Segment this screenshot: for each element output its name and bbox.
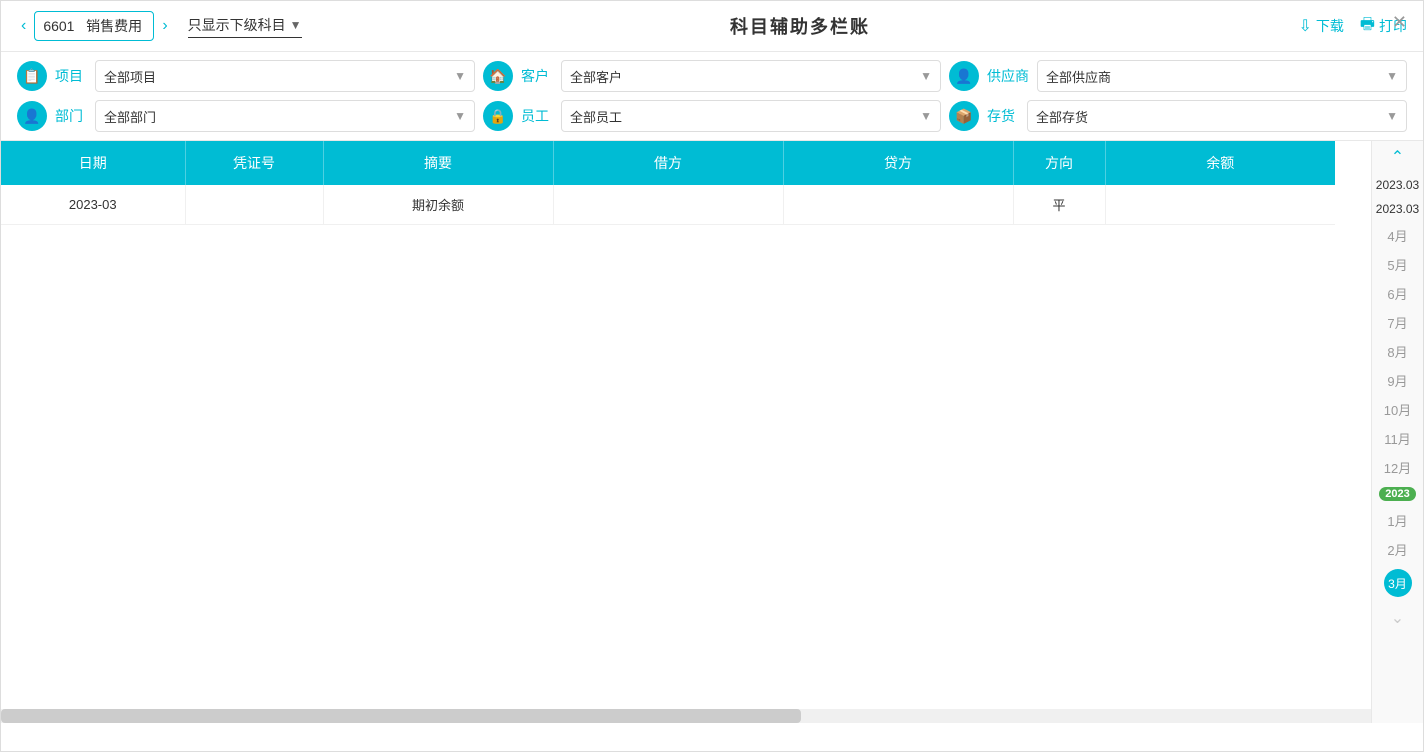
- download-icon: ⇩: [1298, 16, 1311, 36]
- filter-inventory: 📦 存货 全部存货 ▼: [949, 100, 1407, 132]
- next-account-button[interactable]: ›: [158, 15, 171, 37]
- timeline-month-7[interactable]: 7月: [1372, 308, 1423, 337]
- col-header-date: 日期: [1, 141, 185, 185]
- timeline-period-1[interactable]: 2023.03: [1372, 173, 1423, 197]
- header: ‹ 6601 销售费用 › 只显示下级科目 ▼ 科目辅助多栏账 ⇩ 下载 🖶 打…: [1, 1, 1423, 52]
- dropdown-arrow-icon: ▼: [290, 18, 302, 32]
- employee-value: 全部员工: [570, 107, 622, 126]
- supplier-select[interactable]: 全部供应商 ▼: [1037, 60, 1407, 92]
- table-row: 2023-03 期初余额 平: [1, 185, 1335, 225]
- inventory-icon: 📦: [949, 101, 979, 131]
- timeline-month-5[interactable]: 5月: [1372, 250, 1423, 279]
- project-select[interactable]: 全部项目 ▼: [95, 60, 475, 92]
- download-label: 下载: [1316, 16, 1344, 36]
- table-cell: 平: [1013, 185, 1105, 225]
- page-title: 科目辅助多栏账: [302, 13, 1299, 39]
- sidebar-timeline: ⌃ 2023.03 2023.03 4月 5月 6月 7月 8月: [1371, 141, 1423, 723]
- customer-label: 客户: [521, 66, 553, 86]
- timeline-year-2023[interactable]: 2023: [1372, 482, 1423, 506]
- customer-select[interactable]: 全部客户 ▼: [561, 60, 941, 92]
- filter-customer: 🏠 客户 全部客户 ▼: [483, 60, 941, 92]
- filter-supplier: 👤 供应商 全部供应商 ▼: [949, 60, 1407, 92]
- timeline-up-arrow[interactable]: ⌃: [1372, 141, 1423, 173]
- inventory-value: 全部存货: [1036, 107, 1088, 126]
- timeline-month-9[interactable]: 9月: [1372, 366, 1423, 395]
- table-container[interactable]: 日期 凭证号 摘要 借方 贷方 方向 余额 2023-03 期初余额 平: [1, 141, 1335, 709]
- project-label: 项目: [55, 66, 87, 86]
- toolbar-actions: ⇩ 下载 🖶 打印: [1298, 13, 1407, 40]
- timeline-month-4[interactable]: 4月: [1372, 221, 1423, 250]
- inventory-label: 存货: [987, 106, 1019, 126]
- project-icon: 📋: [17, 61, 47, 91]
- table-cell: 2023-03: [1, 185, 185, 225]
- download-button[interactable]: ⇩ 下载: [1298, 16, 1343, 36]
- close-button[interactable]: ✕: [1392, 13, 1407, 31]
- department-select-arrow-icon: ▼: [454, 109, 466, 123]
- timeline-month-8[interactable]: 8月: [1372, 337, 1423, 366]
- col-header-credit: 贷方: [783, 141, 1013, 185]
- supplier-label: 供应商: [987, 66, 1029, 86]
- timeline-month-12[interactable]: 12月: [1372, 453, 1423, 482]
- supplier-select-arrow-icon: ▼: [1386, 69, 1398, 83]
- timeline-month-11[interactable]: 11月: [1372, 424, 1423, 453]
- horizontal-scrollbar[interactable]: [1, 709, 1371, 723]
- employee-label: 员工: [521, 106, 553, 126]
- department-select[interactable]: 全部部门 ▼: [95, 100, 475, 132]
- inventory-select[interactable]: 全部存货 ▼: [1027, 100, 1407, 132]
- show-sub-dropdown[interactable]: 只显示下级科目 ▼: [188, 15, 302, 38]
- timeline-month-2[interactable]: 2月: [1372, 535, 1423, 564]
- employee-select[interactable]: 全部员工 ▼: [561, 100, 941, 132]
- timeline-month-3-active[interactable]: 3月: [1372, 564, 1423, 602]
- customer-icon: 🏠: [483, 61, 513, 91]
- col-header-debit: 借方: [553, 141, 783, 185]
- table-cell: 期初余额: [323, 185, 553, 225]
- timeline-month-6[interactable]: 6月: [1372, 279, 1423, 308]
- main-container: ✕ ‹ 6601 销售费用 › 只显示下级科目 ▼ 科目辅助多栏账 ⇩ 下载 🖶…: [0, 0, 1424, 752]
- data-table: 日期 凭证号 摘要 借方 贷方 方向 余额 2023-03 期初余额 平: [1, 141, 1335, 225]
- filter-project: 📋 项目 全部项目 ▼: [17, 60, 475, 92]
- customer-value: 全部客户: [570, 67, 622, 86]
- filter-department: 👤 部门 全部部门 ▼: [17, 100, 475, 132]
- employee-select-arrow-icon: ▼: [920, 109, 932, 123]
- table-cell: [185, 185, 323, 225]
- department-value: 全部部门: [104, 107, 156, 126]
- table-cell: [783, 185, 1013, 225]
- project-value: 全部项目: [104, 67, 156, 86]
- table-cell: [1105, 185, 1335, 225]
- col-header-balance: 余额: [1105, 141, 1335, 185]
- col-header-summary: 摘要: [323, 141, 553, 185]
- timeline-period-2[interactable]: 2023.03: [1372, 197, 1423, 221]
- table-header-row: 日期 凭证号 摘要 借方 贷方 方向 余额: [1, 141, 1335, 185]
- table-cell: [553, 185, 783, 225]
- content-wrapper: 日期 凭证号 摘要 借方 贷方 方向 余额 2023-03 期初余额 平 ⌃ 202…: [1, 141, 1423, 723]
- employee-icon: 🔒: [483, 101, 513, 131]
- timeline-month-10[interactable]: 10月: [1372, 395, 1423, 424]
- filter-area: 📋 项目 全部项目 ▼ 🏠 客户 全部客户 ▼ 👤 供应商 全部供应商 ▼: [1, 52, 1423, 141]
- account-code-name: 6601 销售费用: [34, 11, 154, 41]
- scrollbar-thumb: [1, 709, 801, 723]
- show-sub-label: 只显示下级科目: [188, 15, 286, 35]
- timeline-down-arrow[interactable]: ⌄: [1372, 602, 1423, 634]
- account-name: 销售费用: [86, 18, 142, 34]
- filter-employee: 🔒 员工 全部员工 ▼: [483, 100, 941, 132]
- table-body: 2023-03 期初余额 平: [1, 185, 1335, 225]
- account-nav: ‹ 6601 销售费用 ›: [17, 11, 172, 41]
- department-icon: 👤: [17, 101, 47, 131]
- account-code: 6601: [43, 18, 74, 34]
- timeline-month-1[interactable]: 1月: [1372, 506, 1423, 535]
- col-header-direction: 方向: [1013, 141, 1105, 185]
- supplier-value: 全部供应商: [1046, 67, 1111, 86]
- print-icon: 🖶: [1360, 13, 1375, 40]
- supplier-icon: 👤: [949, 61, 979, 91]
- inventory-select-arrow-icon: ▼: [1386, 109, 1398, 123]
- col-header-voucher: 凭证号: [185, 141, 323, 185]
- customer-select-arrow-icon: ▼: [920, 69, 932, 83]
- department-label: 部门: [55, 106, 87, 126]
- project-select-arrow-icon: ▼: [454, 69, 466, 83]
- prev-account-button[interactable]: ‹: [17, 15, 30, 37]
